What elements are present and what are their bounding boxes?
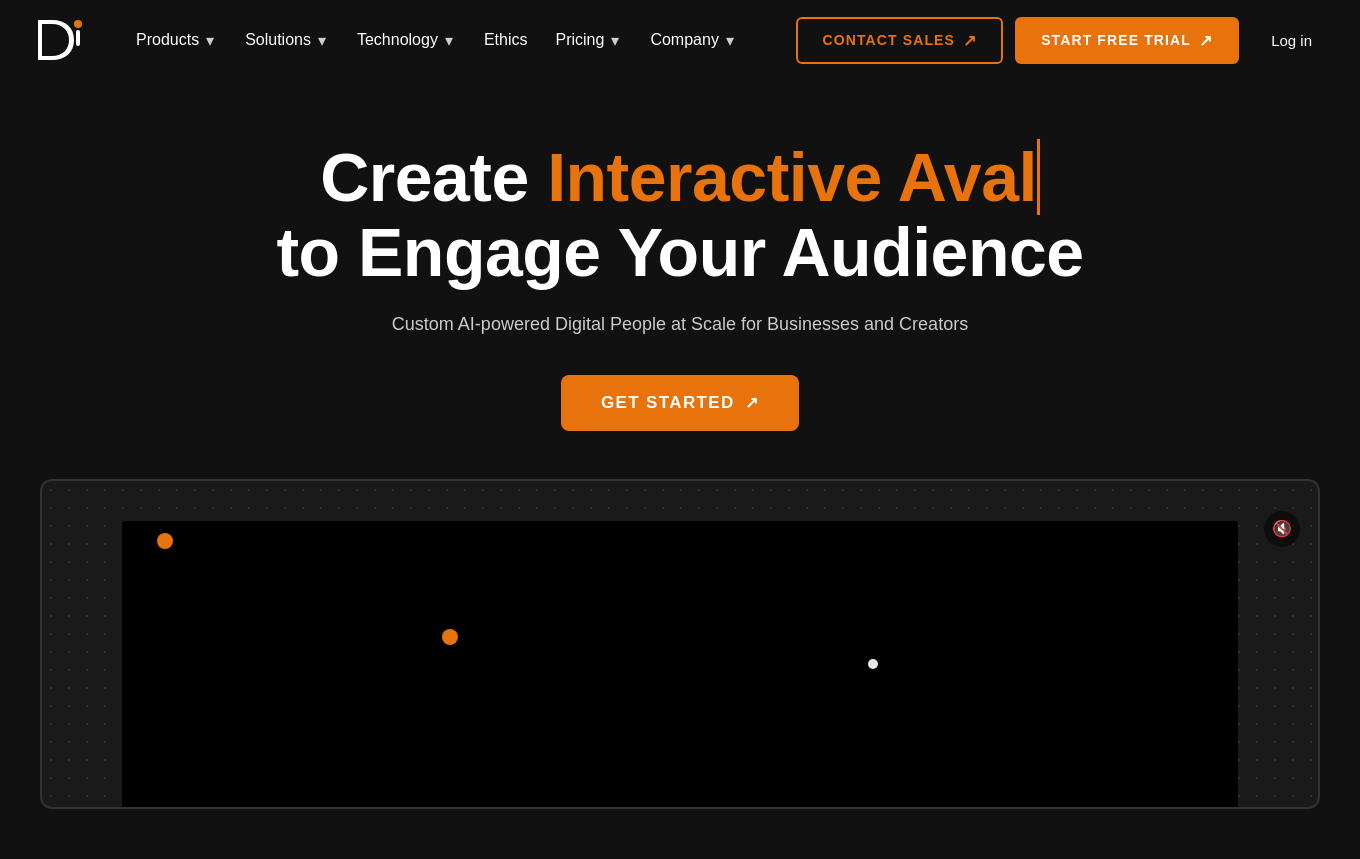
decorative-dot-3 xyxy=(868,659,878,669)
logo[interactable] xyxy=(32,12,88,68)
hero-title: Create Interactive Aval to Engage Your A… xyxy=(32,140,1328,290)
video-section: 🔇 xyxy=(40,479,1320,809)
chevron-down-icon: ▾ xyxy=(203,33,217,47)
nav-item-products[interactable]: Products ▾ xyxy=(124,23,229,57)
start-free-trial-button[interactable]: START FREE TRIAL ↗ xyxy=(1015,17,1239,64)
video-frame: 🔇 xyxy=(40,479,1320,809)
contact-sales-button[interactable]: CONTACT SALES ↗ xyxy=(796,17,1003,64)
nav-ctas: CONTACT SALES ↗ START FREE TRIAL ↗ Log i… xyxy=(796,17,1328,64)
nav-item-solutions[interactable]: Solutions ▾ xyxy=(233,23,341,57)
nav-links: Products ▾ Solutions ▾ Technology ▾ Ethi… xyxy=(124,23,796,57)
hero-subtitle: Custom AI-powered Digital People at Scal… xyxy=(32,314,1328,335)
get-started-button[interactable]: GET STARTED ↗ xyxy=(561,375,799,431)
nav-item-pricing[interactable]: Pricing ▾ xyxy=(544,23,635,57)
login-button[interactable]: Log in xyxy=(1255,24,1328,57)
nav-item-technology[interactable]: Technology ▾ xyxy=(345,23,468,57)
mute-button[interactable]: 🔇 xyxy=(1264,511,1300,547)
chevron-down-icon: ▾ xyxy=(442,33,456,47)
mute-icon: 🔇 xyxy=(1272,519,1292,538)
chevron-down-icon: ▾ xyxy=(315,33,329,47)
nav-item-company[interactable]: Company ▾ xyxy=(638,23,748,57)
hero-section: Create Interactive Aval to Engage Your A… xyxy=(0,80,1360,479)
svg-rect-2 xyxy=(76,30,80,46)
nav-item-ethics[interactable]: Ethics xyxy=(472,23,540,57)
navbar: Products ▾ Solutions ▾ Technology ▾ Ethi… xyxy=(0,0,1360,80)
decorative-dot-2 xyxy=(442,629,458,645)
arrow-icon: ↗ xyxy=(745,393,759,412)
svg-point-1 xyxy=(74,20,82,28)
chevron-down-icon: ▾ xyxy=(608,33,622,47)
arrow-icon: ↗ xyxy=(963,31,977,50)
decorative-dot-1 xyxy=(157,533,173,549)
cursor: l xyxy=(1018,139,1039,215)
arrow-icon: ↗ xyxy=(1199,31,1213,50)
chevron-down-icon: ▾ xyxy=(723,33,737,47)
video-player[interactable] xyxy=(122,521,1238,807)
